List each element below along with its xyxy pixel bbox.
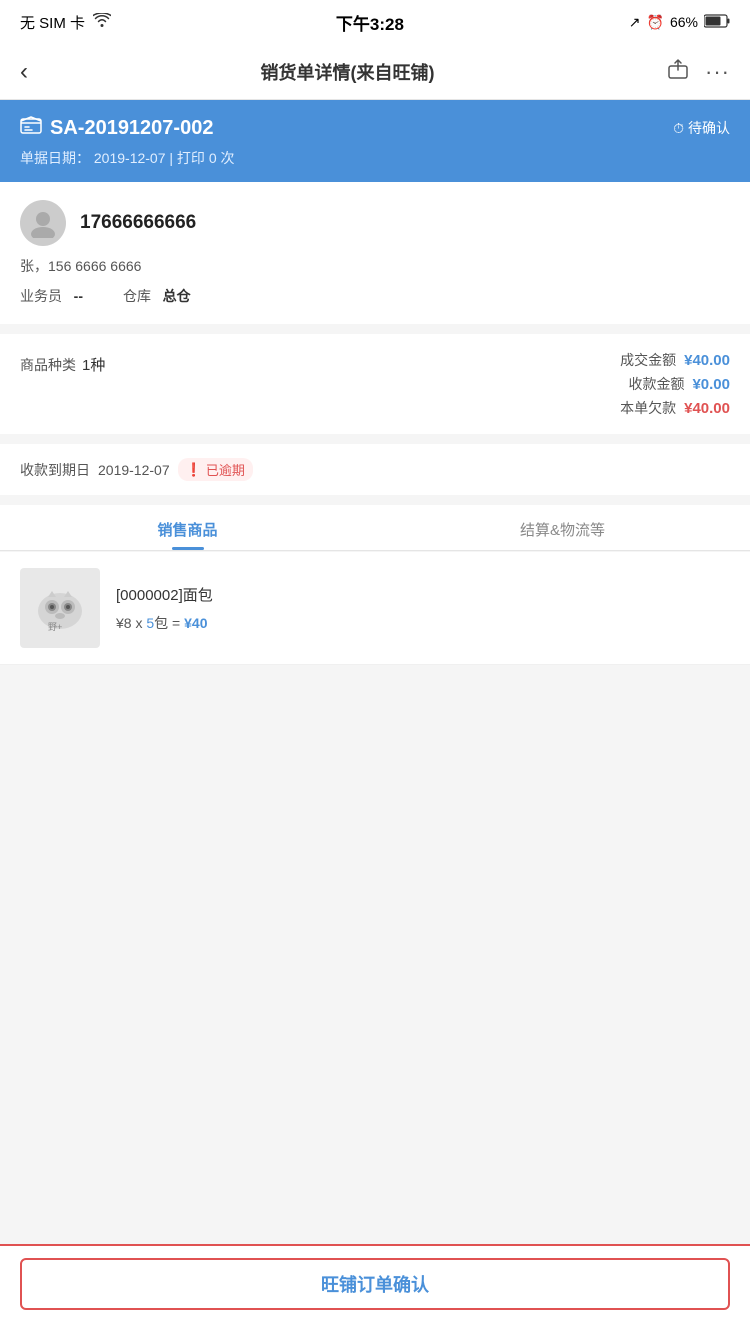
status-text: 待确认 [688, 118, 730, 138]
deal-amount-label: 成交金额 [620, 350, 676, 370]
deal-amount-row: 成交金额 ¥40.00 [343, 350, 730, 370]
due-date-bar: 收款到期日 2019-12-07 ❗ 已逾期 [0, 444, 750, 495]
product-list: 野+ [0000002]面包 ¥8 x 5包 = ¥40 [0, 552, 750, 665]
avatar [20, 200, 66, 246]
salesperson-value: -- [74, 288, 83, 304]
back-button[interactable]: ‹ [20, 58, 28, 86]
print-label: | 打印 0 次 [169, 150, 234, 166]
due-date-label: 收款到期日 [20, 460, 90, 480]
status-left: 无 SIM 卡 [20, 12, 111, 33]
customer-meta: 业务员 -- 仓库 总仓 [20, 286, 730, 306]
salesperson-label: 业务员 [20, 288, 62, 304]
page-title: 销货单详情(来自旺铺) [261, 59, 435, 85]
tab-settlement-logistics[interactable]: 结算&物流等 [375, 505, 750, 550]
status-right: ↗ ⏰ 66% [629, 14, 730, 31]
battery-icon [704, 14, 730, 31]
tab-settlement-logistics-label: 结算&物流等 [520, 522, 605, 539]
battery-label: 66% [670, 14, 698, 30]
confirm-order-button[interactable]: 旺铺订单确认 [20, 1258, 730, 1310]
product-item: 野+ [0000002]面包 ¥8 x 5包 = ¥40 [0, 552, 750, 665]
date-value: 2019-12-07 [94, 150, 166, 166]
order-id-text: SA-20191207-002 [50, 117, 213, 140]
collection-amount-row: 收款金额 ¥0.00 [343, 374, 730, 394]
bottom-bar: 旺铺订单确认 [0, 1244, 750, 1334]
product-types-section: 商品种类 1种 [20, 350, 343, 375]
overdue-badge: ❗ 已逾期 [178, 458, 253, 481]
warehouse-row: 仓库 总仓 [123, 286, 191, 306]
product-types-value: 1种 [82, 354, 105, 375]
total-eq-label: = [168, 615, 184, 631]
alarm-icon: ⏰ [647, 14, 664, 31]
more-icon[interactable]: ··· [705, 59, 730, 85]
price-label: ¥8 x [116, 615, 146, 631]
deal-amount-value: ¥40.00 [684, 352, 730, 369]
product-info: [0000002]面包 ¥8 x 5包 = ¥40 [116, 584, 730, 633]
wifi-icon [93, 13, 111, 31]
overdue-icon: ❗ [186, 462, 202, 478]
collection-amount-value: ¥0.00 [692, 376, 730, 393]
overdue-amount-label: 本单欠款 [620, 398, 676, 418]
summary-card: 商品种类 1种 成交金额 ¥40.00 收款金额 ¥0.00 本单欠款 ¥40.… [0, 334, 750, 434]
tabs: 销售商品 结算&物流等 [0, 505, 750, 551]
confirm-button-label: 旺铺订单确认 [321, 1271, 429, 1297]
product-name: [0000002]面包 [116, 584, 730, 605]
overdue-amount-row: 本单欠款 ¥40.00 [343, 398, 730, 418]
product-total: ¥40 [184, 615, 207, 631]
customer-card: 17666666666 张，156 6666 6666 业务员 -- 仓库 总仓 [0, 182, 750, 324]
tab-sales-products-label: 销售商品 [157, 522, 217, 539]
nav-actions: ··· [667, 58, 730, 86]
overdue-text: 已逾期 [206, 460, 245, 479]
product-qty: 5 [146, 615, 154, 631]
tab-sales-products[interactable]: 销售商品 [0, 505, 375, 550]
salesperson-row: 业务员 -- [20, 286, 83, 306]
customer-name-phone: 张，156 6666 6666 [20, 256, 730, 276]
overdue-amount-value: ¥40.00 [684, 400, 730, 417]
order-status: ⏱ 待确认 [673, 118, 730, 138]
nav-bar: ‹ 销货单详情(来自旺铺) ··· [0, 44, 750, 100]
warehouse-label: 仓库 [123, 288, 151, 304]
share-icon[interactable] [667, 58, 689, 86]
collection-amount-label: 收款金额 [628, 374, 684, 394]
status-time: 下午3:28 [336, 10, 404, 35]
due-date-value: 2019-12-07 [98, 462, 170, 478]
svg-text:野+: 野+ [48, 622, 62, 632]
order-id-row: SA-20191207-002 [20, 116, 213, 140]
amounts-section: 成交金额 ¥40.00 收款金额 ¥0.00 本单欠款 ¥40.00 [343, 350, 730, 418]
carrier-label: 无 SIM 卡 [20, 12, 85, 33]
order-header: SA-20191207-002 ⏱ 待确认 单据日期： 2019-12-07 |… [0, 100, 750, 182]
customer-phone: 17666666666 [80, 212, 196, 234]
empty-area [0, 665, 750, 865]
product-types-label: 商品种类 [20, 355, 76, 375]
location-icon: ↗ [629, 14, 641, 31]
order-date-row: 单据日期： 2019-12-07 | 打印 0 次 [20, 148, 730, 168]
product-thumbnail: 野+ [20, 568, 100, 648]
warehouse-value: 总仓 [163, 288, 191, 304]
qty-unit: 包 [154, 615, 168, 631]
status-clock-icon: ⏱ [673, 120, 684, 137]
product-price: ¥8 x 5包 = ¥40 [116, 613, 730, 633]
status-bar: 无 SIM 卡 下午3:28 ↗ ⏰ 66% [0, 0, 750, 44]
date-label: 单据日期： [20, 150, 90, 166]
order-icon [20, 116, 42, 140]
